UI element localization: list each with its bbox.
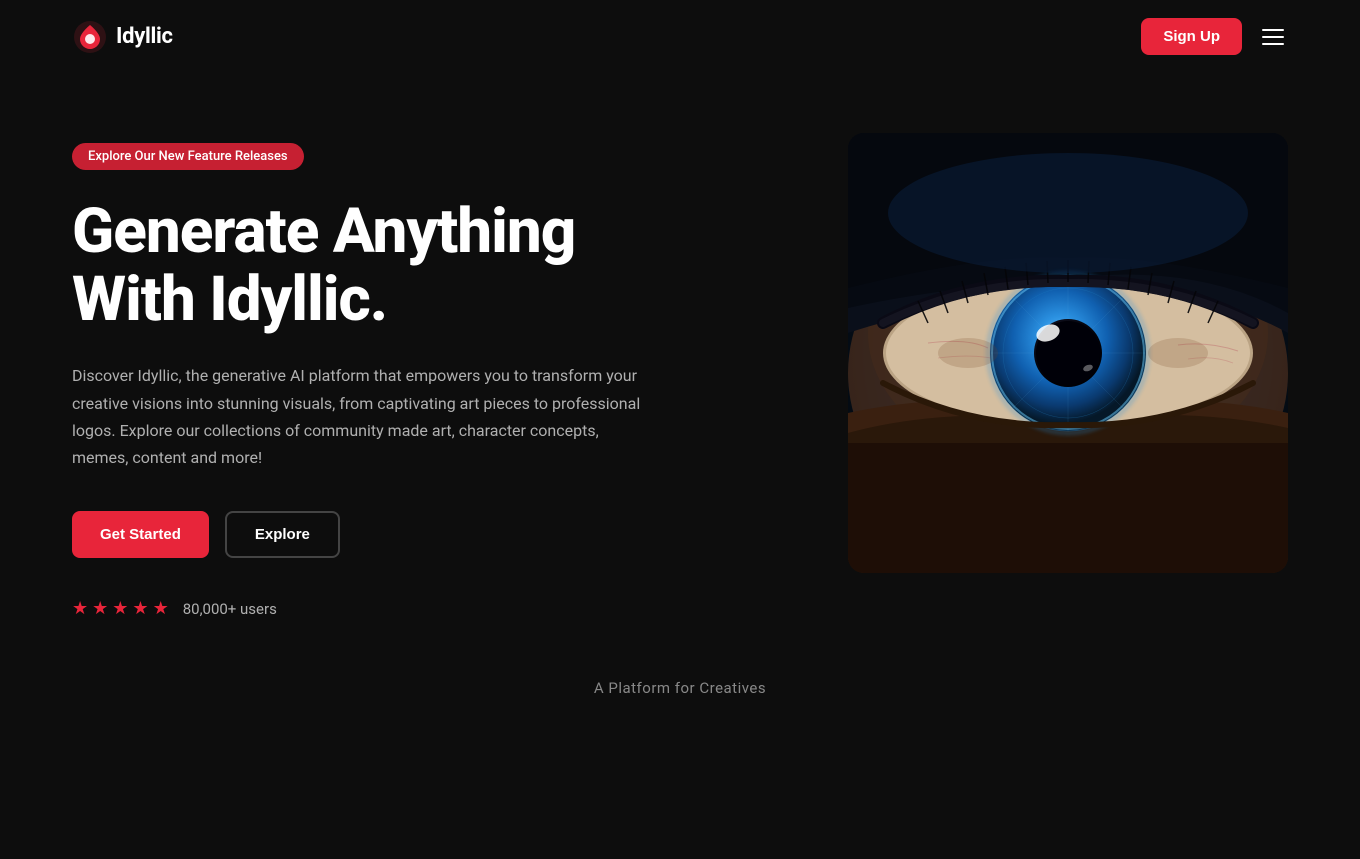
logo[interactable]: Idyllic [72,19,173,55]
hero-description: Discover Idyllic, the generative AI plat… [72,362,642,471]
bottom-tagline: A Platform for Creatives [0,659,1360,727]
users-count: 80,000+ users [183,600,277,618]
navbar: Idyllic Sign Up [0,0,1360,73]
star-rating: ★ ★ ★ ★ ★ [72,598,169,619]
hero-section: Explore Our New Feature Releases Generat… [0,73,1360,659]
hero-title: Generate Anything With Idyllic. [72,198,642,334]
hero-buttons: Get Started Explore [72,511,642,558]
star-4: ★ [132,598,148,619]
nav-right: Sign Up [1141,18,1288,55]
hamburger-menu-icon[interactable] [1258,25,1288,49]
hero-image [848,133,1288,573]
explore-button[interactable]: Explore [225,511,340,558]
sign-up-button[interactable]: Sign Up [1141,18,1242,55]
eye-illustration [848,133,1288,573]
logo-text: Idyllic [116,24,173,49]
hero-content: Explore Our New Feature Releases Generat… [72,133,642,619]
get-started-button[interactable]: Get Started [72,511,209,558]
star-2: ★ [92,598,108,619]
feature-badge[interactable]: Explore Our New Feature Releases [72,143,304,170]
social-proof: ★ ★ ★ ★ ★ 80,000+ users [72,598,642,619]
hero-title-line2: With Idyllic. [72,263,387,336]
logo-icon [72,19,108,55]
star-3: ★ [112,598,128,619]
star-5: ★ [153,598,169,619]
star-1: ★ [72,598,88,619]
hero-title-line1: Generate Anything [72,195,575,268]
